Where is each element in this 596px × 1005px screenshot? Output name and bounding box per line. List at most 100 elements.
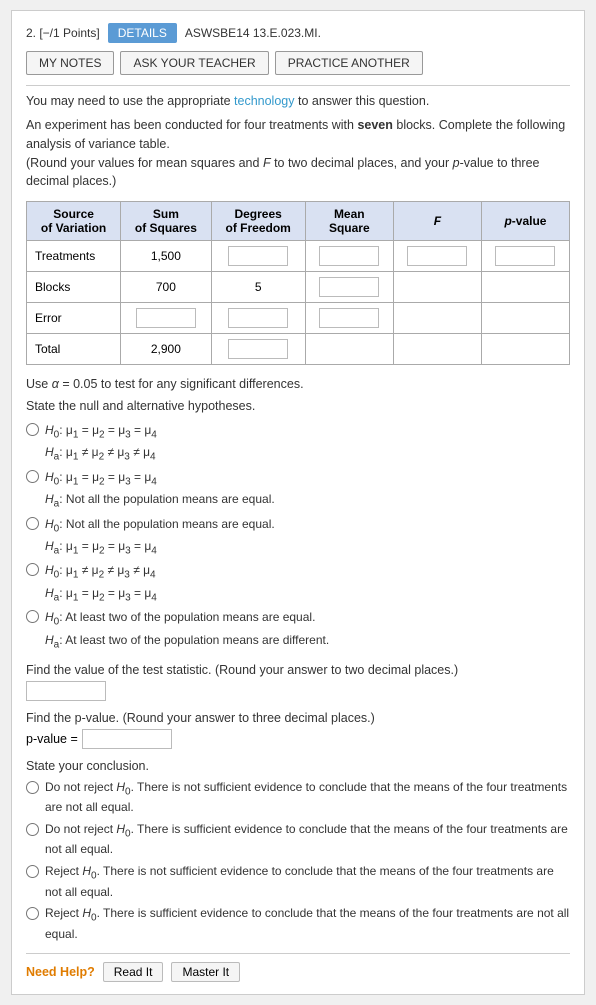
ss-error (121, 303, 211, 334)
hyp4-ha: Ha: μ1 = μ2 = μ3 = μ4 (45, 584, 157, 606)
hyp-option-4: H0: μ1 ≠ μ2 ≠ μ3 ≠ μ4 Ha: μ1 = μ2 = μ3 =… (26, 561, 570, 606)
points-label: 2. [−/1 Points] (26, 26, 100, 40)
note-link[interactable]: technology (234, 94, 294, 108)
row-total: Total 2,900 (27, 334, 570, 365)
conclusion-option-2: Do not reject H0. There is sufficient ev… (26, 821, 570, 858)
pval-blocks (481, 272, 569, 303)
main-card: 2. [−/1 Points] DETAILS ASWSBE14 13.E.02… (11, 10, 585, 995)
hyp-radio-5[interactable] (26, 610, 39, 623)
details-button[interactable]: DETAILS (108, 23, 177, 43)
anova-table: Sourceof Variation Sumof Squares Degrees… (26, 201, 570, 365)
pvalue-row: p-value = (26, 729, 570, 749)
conclusion-radio-4[interactable] (26, 907, 39, 920)
col-ms: MeanSquare (305, 202, 393, 241)
conclusion-text-2: Do not reject H0. There is sufficient ev… (45, 821, 570, 858)
practice-another-button[interactable]: PRACTICE ANOTHER (275, 51, 423, 75)
f-error (393, 303, 481, 334)
ask-teacher-button[interactable]: ASK YOUR TEACHER (120, 51, 268, 75)
my-notes-button[interactable]: MY NOTES (26, 51, 114, 75)
pvalue-label: p-value = (26, 732, 78, 746)
source-blocks: Blocks (27, 272, 121, 303)
df-treatments-input[interactable] (228, 246, 288, 266)
read-it-button[interactable]: Read It (103, 962, 164, 982)
conclusion-area: State your conclusion. Do not reject H0.… (26, 759, 570, 943)
df-blocks: 5 (211, 272, 305, 303)
source-treatments: Treatments (27, 241, 121, 272)
conclusion-prompt: State your conclusion. (26, 759, 570, 773)
pval-treatments (481, 241, 569, 272)
df-treatments (211, 241, 305, 272)
action-bar: MY NOTES ASK YOUR TEACHER PRACTICE ANOTH… (26, 51, 570, 75)
conclusion-radio-2[interactable] (26, 823, 39, 836)
hyp-option-3: H0: Not all the population means are equ… (26, 515, 570, 560)
source-total: Total (27, 334, 121, 365)
ss-blocks: 700 (121, 272, 211, 303)
df-total-input[interactable] (228, 339, 288, 359)
ms-blocks (305, 272, 393, 303)
top-bar: 2. [−/1 Points] DETAILS ASWSBE14 13.E.02… (26, 23, 570, 43)
hyp4-h0: H0: μ1 ≠ μ2 ≠ μ3 ≠ μ4 (45, 561, 157, 583)
note-prefix: You may need to use the appropriate (26, 94, 234, 108)
hyp-radio-2[interactable] (26, 470, 39, 483)
ms-blocks-input[interactable] (319, 277, 379, 297)
row-blocks: Blocks 700 5 (27, 272, 570, 303)
alpha-text: Use α = 0.05 to test for any significant… (26, 377, 570, 391)
description: An experiment has been conducted for fou… (26, 116, 570, 191)
need-help-bar: Need Help? Read It Master It (26, 962, 570, 982)
pval-treatments-input[interactable] (495, 246, 555, 266)
hyp-radio-1[interactable] (26, 423, 39, 436)
note-text: You may need to use the appropriate tech… (26, 94, 570, 108)
need-help-label: Need Help? (26, 965, 95, 979)
conclusion-text-4: Reject H0. There is sufficient evidence … (45, 905, 570, 942)
state-hyp-text: State the null and alternative hypothese… (26, 399, 570, 413)
f-treatments-input[interactable] (407, 246, 467, 266)
hyp5-ha: Ha: At least two of the population means… (45, 631, 329, 653)
problem-code: ASWSBE14 13.E.023.MI. (185, 26, 321, 40)
col-pval: p-value (481, 202, 569, 241)
col-sum: Sumof Squares (121, 202, 211, 241)
conclusion-option-1: Do not reject H0. There is not sufficien… (26, 779, 570, 816)
hyp3-h0: H0: Not all the population means are equ… (45, 515, 275, 537)
df-total (211, 334, 305, 365)
source-error: Error (27, 303, 121, 334)
hypothesis-group: H0: μ1 = μ2 = μ3 = μ4 Ha: μ1 ≠ μ2 ≠ μ3 ≠… (26, 421, 570, 653)
master-it-button[interactable]: Master It (171, 962, 240, 982)
ss-error-input[interactable] (136, 308, 196, 328)
pvalue-prompt: Find the p-value. (Round your answer to … (26, 711, 570, 725)
row-treatments: Treatments 1,500 (27, 241, 570, 272)
ms-total (305, 334, 393, 365)
hyp-option-5: H0: At least two of the population means… (26, 608, 570, 653)
ms-treatments-input[interactable] (319, 246, 379, 266)
ms-error (305, 303, 393, 334)
col-f: F (393, 202, 481, 241)
conclusion-option-3: Reject H0. There is not sufficient evide… (26, 863, 570, 900)
pval-error (481, 303, 569, 334)
conclusion-radio-3[interactable] (26, 865, 39, 878)
row-error: Error (27, 303, 570, 334)
hyp-option-1: H0: μ1 = μ2 = μ3 = μ4 Ha: μ1 ≠ μ2 ≠ μ3 ≠… (26, 421, 570, 466)
pvalue-input[interactable] (82, 729, 172, 749)
hyp5-h0: H0: At least two of the population means… (45, 608, 329, 630)
pvalue-area: Find the p-value. (Round your answer to … (26, 711, 570, 749)
test-stat-prompt: Find the value of the test statistic. (R… (26, 663, 570, 677)
pval-total (481, 334, 569, 365)
hyp-radio-4[interactable] (26, 563, 39, 576)
col-source: Sourceof Variation (27, 202, 121, 241)
hyp2-h0: H0: μ1 = μ2 = μ3 = μ4 (45, 468, 275, 490)
f-blocks (393, 272, 481, 303)
df-error-input[interactable] (228, 308, 288, 328)
conclusion-text-1: Do not reject H0. There is not sufficien… (45, 779, 570, 816)
hyp1-ha: Ha: μ1 ≠ μ2 ≠ μ3 ≠ μ4 (45, 443, 157, 465)
df-error (211, 303, 305, 334)
f-treatments (393, 241, 481, 272)
ms-error-input[interactable] (319, 308, 379, 328)
test-stat-input[interactable] (26, 681, 106, 701)
hyp3-ha: Ha: μ1 = μ2 = μ3 = μ4 (45, 537, 275, 559)
col-df: Degreesof Freedom (211, 202, 305, 241)
hyp1-h0: H0: μ1 = μ2 = μ3 = μ4 (45, 421, 157, 443)
hyp-option-2: H0: μ1 = μ2 = μ3 = μ4 Ha: Not all the po… (26, 468, 570, 513)
conclusion-radio-1[interactable] (26, 781, 39, 794)
hyp-radio-3[interactable] (26, 517, 39, 530)
f-total (393, 334, 481, 365)
conclusion-text-3: Reject H0. There is not sufficient evide… (45, 863, 570, 900)
